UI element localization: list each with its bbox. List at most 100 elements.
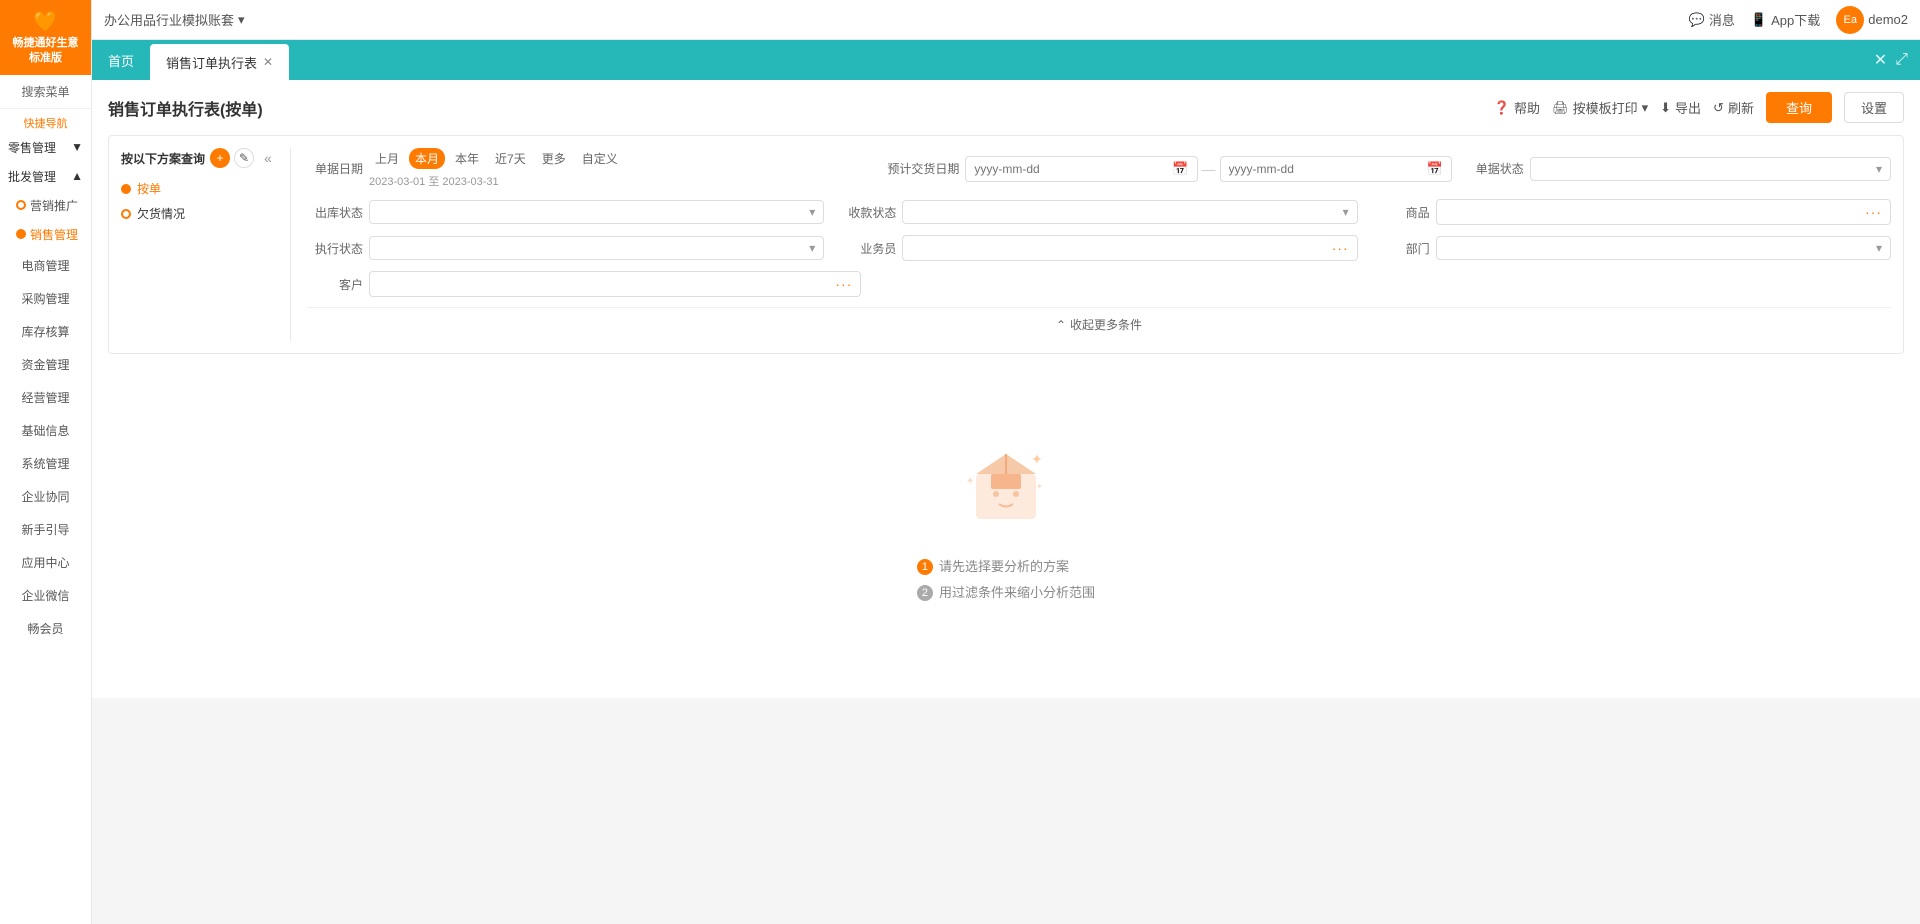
export-btn[interactable]: ⬇ 导出 [1660, 98, 1701, 117]
collapse-more-btn[interactable]: ⌃ 收起更多条件 [307, 307, 1891, 341]
collection-status-select[interactable]: ▾ [902, 200, 1357, 224]
app-download-btn[interactable]: 📱 App下载 [1751, 10, 1820, 29]
sidebar-item-finance[interactable]: 资金管理 [0, 348, 91, 381]
sidebar-item-ecommerce[interactable]: 电商管理 [0, 249, 91, 282]
message-btn[interactable]: 💬 消息 [1689, 10, 1735, 29]
edit-plan-btn[interactable]: ✎ [234, 148, 254, 168]
page-header: 销售订单执行表(按单) ❓ 帮助 🖨 按模板打印 ▾ ⬇ 导出 [108, 92, 1904, 123]
date-tab-custom[interactable]: 自定义 [576, 148, 624, 169]
window-close-icon[interactable]: ✕ [1874, 50, 1887, 70]
delivery-status-label: 出库状态 [307, 204, 363, 221]
sidebar: 🧡 畅捷通好生意 标准版 搜索菜单 快捷导航 零售管理 ▼ 批发管理 ▲ 营销推… [0, 0, 92, 924]
print-btn[interactable]: 🖨 按模板打印 ▾ [1552, 98, 1648, 117]
page-actions: ❓ 帮助 🖨 按模板打印 ▾ ⬇ 导出 ↺ 刷新 [1494, 92, 1904, 123]
filter-plan-by-order[interactable]: 按单 [121, 176, 278, 201]
dept-select[interactable]: ▾ [1436, 236, 1891, 260]
filter-field-customer: 客户 ··· [307, 271, 861, 297]
main-area: 办公用品行业模拟账套 ▾ 💬 消息 📱 App下载 Ea demo2 首页 [92, 0, 1920, 924]
sidebar-item-basic[interactable]: 基础信息 [0, 414, 91, 447]
empty-state: ✦ ✦ ✦ 1 请先选择要分析的方案 2 用过滤条件来缩小分析范围 [108, 354, 1904, 686]
sidebar-item-app-center[interactable]: 应用中心 [0, 546, 91, 579]
help-btn[interactable]: ❓ 帮助 [1494, 98, 1540, 117]
collapse-icon: ⌃ [1056, 318, 1066, 332]
salesperson-label: 业务员 [840, 240, 896, 257]
topbar: 办公用品行业模拟账套 ▾ 💬 消息 📱 App下载 Ea demo2 [92, 0, 1920, 40]
account-dropdown[interactable]: 办公用品行业模拟账套 ▾ [104, 10, 245, 29]
filter-field-status: 单据状态 ▾ [1468, 157, 1891, 181]
date-tab-this-month[interactable]: 本月 [409, 148, 445, 169]
quick-nav[interactable]: 快捷导航 [0, 109, 91, 133]
empty-image: ✦ ✦ ✦ [956, 434, 1056, 534]
filter-left-title: 按以下方案查询 [121, 150, 205, 167]
exec-status-select[interactable]: ▾ [369, 236, 824, 260]
expected-date-start-wrap: 📅 [965, 156, 1197, 182]
tip-num-2: 2 [917, 585, 933, 601]
topbar-right: 💬 消息 📱 App下载 Ea demo2 [1689, 6, 1908, 34]
app-logo[interactable]: 🧡 畅捷通好生意 标准版 [0, 0, 91, 75]
expected-date-start[interactable] [974, 162, 1168, 176]
salesperson-more-icon[interactable]: ··· [1332, 240, 1349, 256]
setting-button[interactable]: 设置 [1844, 92, 1904, 123]
goods-more-icon[interactable]: ··· [1865, 204, 1882, 220]
calendar-start-icon[interactable]: 📅 [1172, 161, 1188, 177]
date-separator: — [1202, 161, 1216, 177]
query-button[interactable]: 查询 [1766, 92, 1832, 123]
status-dropdown-icon: ▾ [1876, 162, 1882, 176]
customer-input[interactable]: ··· [369, 271, 861, 297]
add-plan-btn[interactable]: + [210, 148, 230, 168]
sidebar-item-system[interactable]: 系统管理 [0, 447, 91, 480]
tip-item-1: 1 请先选择要分析的方案 [917, 554, 1095, 580]
help-icon: ❓ [1494, 100, 1510, 116]
sidebar-item-operations[interactable]: 经营管理 [0, 381, 91, 414]
sidebar-item-wholesale[interactable]: 批发管理 ▲ [0, 162, 91, 191]
filter-field-goods: 商品 ··· [1374, 199, 1891, 225]
expected-date-end[interactable] [1229, 162, 1423, 176]
date-tab-7days[interactable]: 近7天 [489, 148, 532, 169]
date-tab-last-month[interactable]: 上月 [369, 148, 405, 169]
filter-field-dept: 部门 ▾ [1374, 236, 1891, 260]
tab-home[interactable]: 首页 [92, 40, 150, 80]
status-select[interactable]: ▾ [1530, 157, 1891, 181]
svg-text:✦: ✦ [966, 476, 974, 487]
tab-sales-order[interactable]: 销售订单执行表 ✕ [150, 44, 289, 80]
filter-row-4: 客户 ··· [307, 271, 1891, 297]
dept-label: 部门 [1374, 240, 1430, 257]
date-tab-more[interactable]: 更多 [536, 148, 572, 169]
refresh-btn[interactable]: ↺ 刷新 [1713, 98, 1754, 117]
window-expand-icon[interactable]: ⤢ [1895, 51, 1908, 69]
filter-plan-by-debt[interactable]: 欠货情况 [121, 201, 278, 226]
sidebar-item-retail[interactable]: 零售管理 ▼ [0, 133, 91, 162]
sidebar-item-enterprise[interactable]: 企业协同 [0, 480, 91, 513]
collapse-panel-btn[interactable]: « [258, 148, 278, 168]
calendar-end-icon[interactable]: 📅 [1427, 161, 1443, 177]
collection-status-label: 收款状态 [840, 204, 896, 221]
goods-input[interactable]: ··· [1436, 199, 1891, 225]
goods-label: 商品 [1374, 204, 1430, 221]
delivery-status-select[interactable]: ▾ [369, 200, 824, 224]
tip-item-2: 2 用过滤条件来缩小分析范围 [917, 580, 1095, 606]
app-download-icon: 📱 [1751, 12, 1767, 28]
tabbar-actions: ✕ ⤢ [1862, 50, 1920, 70]
export-icon: ⬇ [1660, 100, 1671, 116]
date-tab-this-year[interactable]: 本年 [449, 148, 485, 169]
sidebar-item-sales[interactable]: 销售管理 [0, 220, 91, 249]
user-avatar-area[interactable]: Ea demo2 [1836, 6, 1908, 34]
svg-text:✦: ✦ [1031, 451, 1043, 467]
tab-close-icon[interactable]: ✕ [263, 55, 273, 69]
filter-left-panel: 按以下方案查询 + ✎ « 按单 欠货情况 [121, 148, 291, 341]
avatar: Ea [1836, 6, 1864, 34]
customer-more-icon[interactable]: ··· [835, 276, 852, 292]
sidebar-item-member[interactable]: 畅会员 [0, 612, 91, 645]
dept-dropdown-icon: ▾ [1876, 241, 1882, 255]
filter-field-delivery-status: 出库状态 ▾ [307, 200, 824, 224]
sidebar-item-inventory[interactable]: 库存核算 [0, 315, 91, 348]
sidebar-item-marketing[interactable]: 营销推广 [0, 191, 91, 220]
collection-dropdown-icon: ▾ [1343, 205, 1349, 219]
salesperson-input[interactable]: ··· [902, 235, 1357, 261]
date-range-label: 2023-03-01 至 2023-03-31 [369, 173, 871, 189]
sidebar-item-newbie[interactable]: 新手引导 [0, 513, 91, 546]
message-icon: 💬 [1689, 12, 1705, 28]
sidebar-search[interactable]: 搜索菜单 [0, 75, 91, 109]
sidebar-item-wechat[interactable]: 企业微信 [0, 579, 91, 612]
sidebar-item-purchase[interactable]: 采购管理 [0, 282, 91, 315]
